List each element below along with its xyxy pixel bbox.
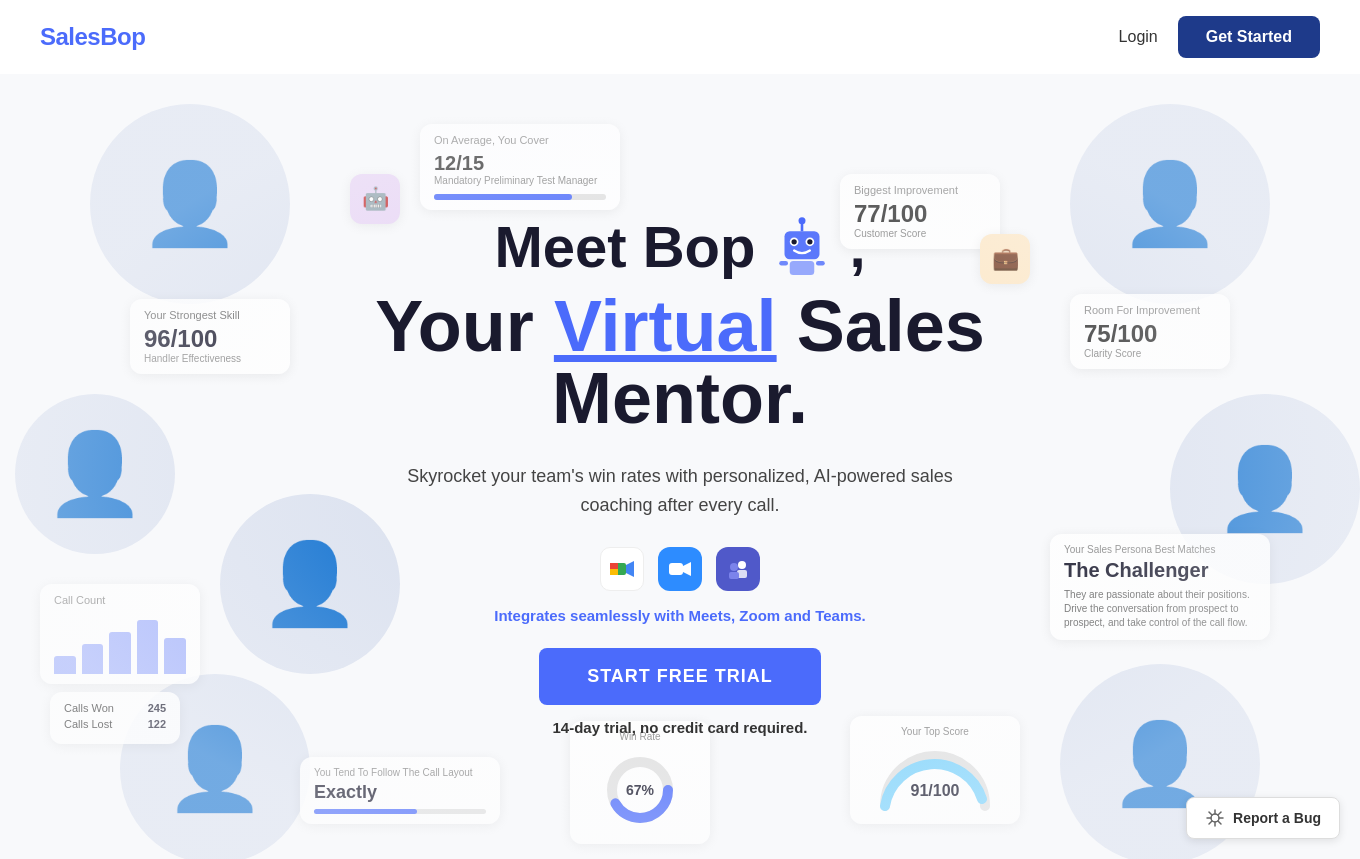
integrations-row [320, 547, 1040, 591]
calls-lost-row: Calls Lost 122 [64, 718, 166, 730]
comma-text: , [849, 213, 865, 280]
avg-value: 12/15 [434, 152, 606, 175]
virtual-text: Virtual [554, 286, 777, 366]
person-photo-3: 👤 [120, 674, 310, 859]
svg-rect-13 [816, 261, 825, 265]
room-card: Room For Improvement 75/100 Clarity Scor… [1070, 294, 1230, 369]
tendency-label: You Tend To Follow The Call Layout [314, 767, 486, 778]
hero-center: Meet Bop , [300, 212, 1060, 737]
average-card: On Average, You Cover 12/15 Mandatory Pr… [420, 124, 620, 210]
tendency-bar [314, 809, 486, 814]
calls-lost-val: 122 [148, 718, 166, 730]
meet-bop-text: Meet Bop [494, 213, 755, 280]
svg-point-0 [612, 762, 668, 818]
logo: SalesBop [40, 23, 145, 51]
topscore-svg: 91/100 [875, 741, 995, 811]
persona-name: The Challenger [1064, 559, 1256, 582]
calls-won-row: Calls Won 245 [64, 702, 166, 714]
bar-1 [54, 656, 76, 674]
svg-text:91/100: 91/100 [911, 782, 960, 799]
trial-note: 14-day trial, no credit card required. [320, 719, 1040, 736]
bar-5 [164, 638, 186, 674]
login-button[interactable]: Login [1119, 28, 1158, 46]
your-text: Your [375, 286, 534, 366]
tendency-fill [314, 809, 417, 814]
svg-rect-11 [790, 261, 815, 275]
calls-won-val: 245 [148, 702, 166, 714]
skill-label: Your Strongest Skill [144, 309, 276, 321]
bar-2 [82, 644, 104, 674]
logo-part1: Sales [40, 23, 100, 50]
svg-text:67%: 67% [626, 782, 655, 798]
robot-icon [767, 212, 837, 282]
winrate-donut: 67% [600, 750, 680, 830]
room-score: 75/100 [1084, 320, 1216, 348]
logo-part2: Bop [100, 23, 145, 50]
improvement-label: Biggest Improvement [854, 184, 986, 196]
svg-rect-12 [780, 261, 789, 265]
avg-label: On Average, You Cover [434, 134, 606, 146]
topscore-arc: 91/100 [864, 741, 1006, 814]
bot-emoji-left: 🤖 [362, 186, 389, 212]
call-count-label: Call Count [54, 594, 186, 606]
call-count-card: Call Count [40, 584, 200, 684]
skill-card: Your Strongest Skill 96/100 Handler Effe… [130, 299, 290, 374]
bar-4 [137, 620, 159, 674]
winrate-card: Win Rate 67% [570, 721, 710, 844]
calls-lost-label: Calls Lost [64, 718, 112, 730]
persona-desc: They are passionate about their position… [1064, 588, 1256, 630]
tendency-value: Exactly [314, 782, 486, 803]
teams-icon [716, 547, 760, 591]
avg-sublabel: Mandatory Preliminary Test Manager [434, 175, 606, 186]
winrate-svg: 67% [600, 750, 680, 830]
navbar: SalesBop Login Get Started [0, 0, 1360, 74]
cta-container: START FREE TRIAL [320, 648, 1040, 719]
svg-rect-23 [729, 572, 739, 579]
calls-won-label: Calls Won [64, 702, 114, 714]
calls-card: Calls Won 245 Calls Lost 122 [50, 692, 180, 744]
svg-point-22 [730, 563, 738, 571]
persona-title: Your Sales Persona Best Matches [1064, 544, 1256, 555]
persona-card: Your Sales Persona Best Matches The Chal… [1050, 534, 1270, 640]
hero-section: 👤 👤 👤 👤 👤 👤 👤 Your Strongest Skill 96/10… [0, 74, 1360, 859]
skill-sublabel: Handler Effectiveness [144, 353, 276, 364]
start-free-trial-button[interactable]: START FREE TRIAL [539, 648, 821, 705]
svg-marker-19 [683, 562, 691, 576]
room-label: Room For Improvement [1084, 304, 1216, 316]
avg-progress-fill [434, 194, 572, 200]
person-photo-4: 👤 [1070, 104, 1270, 304]
hero-subtitle: Skyrocket your team's win rates with per… [390, 462, 970, 520]
integration-text: Integrates seamlessly with Meets, Zoom a… [320, 607, 1040, 624]
avg-progress-bar [434, 194, 606, 200]
hero-title-line2: Your Virtual Sales Mentor. [320, 290, 1040, 434]
hero-title-line1: Meet Bop , [320, 212, 1040, 282]
svg-point-6 [799, 217, 806, 224]
google-meet-icon [600, 547, 644, 591]
svg-rect-17 [610, 569, 618, 575]
svg-rect-18 [669, 563, 683, 575]
bug-icon [1205, 808, 1225, 828]
room-sublabel: Clarity Score [1084, 348, 1216, 359]
tendency-card: You Tend To Follow The Call Layout Exact… [300, 757, 500, 824]
bar-3 [109, 632, 131, 674]
person-photo-1: 👤 [90, 104, 290, 304]
report-bug-button[interactable]: Report a Bug [1186, 797, 1340, 839]
svg-rect-16 [610, 563, 618, 569]
svg-rect-4 [785, 231, 820, 259]
svg-point-1 [612, 762, 668, 818]
person-photo-5: 👤 [1170, 394, 1360, 584]
get-started-button[interactable]: Get Started [1178, 16, 1320, 58]
report-bug-label: Report a Bug [1233, 810, 1321, 826]
person-photo-2: 👤 [15, 394, 175, 554]
zoom-icon [658, 547, 702, 591]
skill-score: 96/100 [144, 325, 276, 353]
call-count-bars [54, 614, 186, 674]
nav-actions: Login Get Started [1119, 16, 1320, 58]
svg-marker-15 [626, 561, 634, 577]
svg-point-20 [738, 561, 746, 569]
svg-point-9 [792, 239, 797, 244]
svg-point-10 [808, 239, 813, 244]
